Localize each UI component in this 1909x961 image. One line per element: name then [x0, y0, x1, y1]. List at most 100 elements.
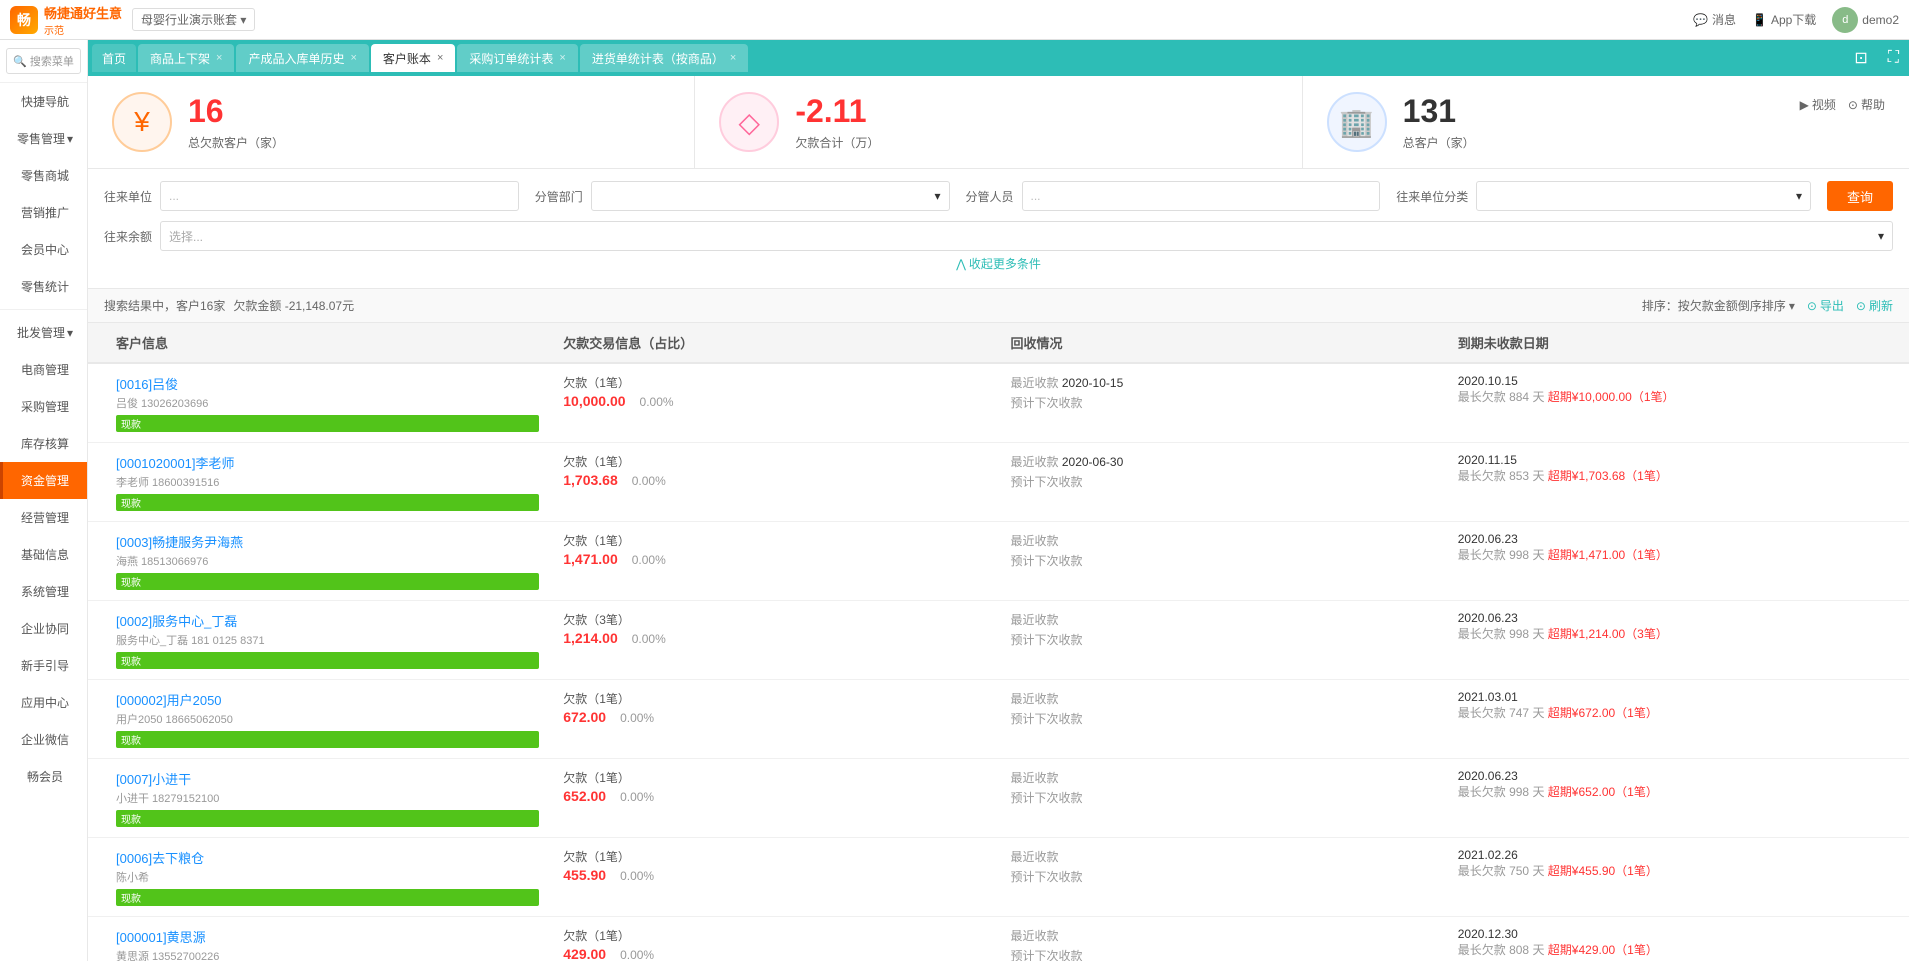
td-collection-0: 最近收款 2020-10-15 预计下次收款 — [999, 364, 1446, 442]
debt-row-3: 1,214.00 0.00% — [563, 628, 986, 646]
sidebar-item-marketing[interactable]: 营销推广 — [0, 194, 87, 231]
tab-maximize-btn[interactable]: ⛶ — [1882, 47, 1905, 69]
search-menu-button[interactable]: 🔍 搜索菜单 — [6, 48, 81, 74]
search-button[interactable]: 查询 — [1827, 181, 1893, 211]
sidebar-item-retail-stats[interactable]: 零售统计 — [0, 268, 87, 305]
td-debt-5: 欠款（1笔） 652.00 0.00% — [551, 759, 998, 837]
overdue-link-3[interactable]: 超期¥1,214.00（3笔） — [1548, 627, 1668, 641]
sidebar-item-sys-mgmt[interactable]: 系统管理 — [0, 573, 87, 610]
help-btn[interactable]: ⊙ 帮助 — [1848, 96, 1885, 113]
sidebar-item-retail-mgmt[interactable]: 零售管理 ▾ — [0, 120, 87, 157]
messages-btn[interactable]: 💬 消息 — [1693, 11, 1736, 28]
user-menu[interactable]: d demo2 — [1832, 7, 1899, 33]
debt-amount-6[interactable]: 455.90 — [563, 867, 606, 883]
debt-amount-3[interactable]: 1,214.00 — [563, 630, 618, 646]
sidebar-item-batch-mgmt[interactable]: 批发管理 ▾ — [0, 314, 87, 351]
app-download-btn[interactable]: 📱 App下载 — [1752, 11, 1816, 28]
filter-unit-category-label: 往来单位分类 — [1396, 188, 1468, 205]
overdue-link-1[interactable]: 超期¥1,703.68（1笔） — [1548, 469, 1668, 483]
sort-selector[interactable]: 排序：按欠款金额倒序排序 ▾ — [1642, 297, 1795, 314]
logo-area: 畅 畅捷通好生意 示范 — [10, 3, 122, 37]
sidebar-item-enterprise[interactable]: 企业协同 — [0, 610, 87, 647]
tab-customer-account[interactable]: 客户账本 × — [371, 44, 455, 72]
next-collection-0: 预计下次收款 — [1011, 394, 1434, 411]
tab-home[interactable]: 首页 — [92, 44, 136, 72]
debt-amount-5[interactable]: 652.00 — [563, 788, 606, 804]
tab-close-stock-stat[interactable]: × — [730, 52, 736, 64]
sidebar-item-quick-nav[interactable]: 快捷导航 — [0, 83, 87, 120]
industry-selector[interactable]: 母婴行业演示账套 ▾ — [132, 8, 255, 31]
download-icon: 📱 — [1752, 13, 1767, 27]
customer-tag-6: 现款 — [116, 889, 539, 906]
debt-percent-5: 0.00% — [620, 790, 654, 804]
debt-amount-2[interactable]: 1,471.00 — [563, 551, 618, 567]
sidebar-item-app-center[interactable]: 应用中心 — [0, 684, 87, 721]
tab-close-purchase-order[interactable]: × — [559, 52, 565, 64]
tab-restore-btn[interactable]: ⊡ — [1848, 46, 1873, 70]
tab-close-product-offshelf[interactable]: × — [216, 52, 222, 64]
debt-amount-0[interactable]: 10,000.00 — [563, 393, 625, 409]
overdue-days-3: 最长欠款 998 天 — [1458, 627, 1545, 641]
manager-input[interactable]: ... — [1022, 181, 1381, 211]
tab-close-customer-account[interactable]: × — [437, 52, 443, 64]
debt-amount-4[interactable]: 672.00 — [563, 709, 606, 725]
filter-row-2: 往来余额 选择... ▾ — [104, 221, 1893, 251]
next-collection-5: 预计下次收款 — [1011, 789, 1434, 806]
sidebar: 🔍 搜索菜单 快捷导航 零售管理 ▾ 零售商城 营销推广 会员中心 零售统计 — [0, 40, 88, 961]
debt-amount-1[interactable]: 1,703.68 — [563, 472, 618, 488]
tab-product-instock[interactable]: 产成品入库单历史 × — [236, 44, 368, 72]
sidebar-item-biz-mgmt[interactable]: 经营管理 — [0, 499, 87, 536]
tab-purchase-order[interactable]: 采购订单统计表 × — [457, 44, 577, 72]
customer-name-5[interactable]: [0007]小进干 — [116, 769, 539, 788]
overdue-link-7[interactable]: 超期¥429.00（1笔） — [1548, 943, 1658, 957]
video-help-btn[interactable]: ▶ 视频 — [1800, 96, 1836, 113]
due-date-2: 2020.06.23 — [1458, 532, 1881, 546]
from-unit-input[interactable]: ... — [160, 181, 519, 211]
unit-category-select[interactable]: ▾ — [1476, 181, 1811, 211]
dept-select[interactable]: ▾ — [591, 181, 950, 211]
balance-select[interactable]: 选择... ▾ — [160, 221, 1893, 251]
overdue-link-5[interactable]: 超期¥652.00（1笔） — [1548, 785, 1658, 799]
stat-card-owe-customers: ¥ 16 总欠款客户（家） — [88, 76, 695, 168]
customer-name-0[interactable]: [0016]吕俊 — [116, 374, 539, 393]
customer-name-2[interactable]: [0003]畅捷服务尹海燕 — [116, 532, 539, 551]
sidebar-item-fund-mgmt[interactable]: 资金管理 — [0, 462, 87, 499]
td-debt-4: 欠款（1笔） 672.00 0.00% — [551, 680, 998, 758]
tab-stock-stat[interactable]: 进货单统计表（按商品） × — [580, 44, 748, 72]
overdue-days-0: 最长欠款 884 天 — [1458, 390, 1545, 404]
export-btn[interactable]: ⊙ 导出 — [1807, 297, 1844, 314]
sidebar-item-inventory[interactable]: 库存核算 — [0, 425, 87, 462]
refresh-btn[interactable]: ⊙ 刷新 — [1856, 297, 1893, 314]
overdue-info-5: 最长欠款 998 天 超期¥652.00（1笔） — [1458, 783, 1881, 800]
sidebar-item-retail-store[interactable]: 零售商城 — [0, 157, 87, 194]
last-collection-4: 最近收款 — [1011, 690, 1434, 707]
overdue-link-0[interactable]: 超期¥10,000.00（1笔） — [1548, 390, 1675, 404]
sidebar-item-ecommerce[interactable]: 电商管理 — [0, 351, 87, 388]
stat-icon-owe-total: ◇ — [719, 92, 779, 152]
td-customer-5: [0007]小进干 小进干 18279152100 现款 — [104, 759, 551, 837]
sidebar-item-new-guide[interactable]: 新手引导 — [0, 647, 87, 684]
tab-close-product-instock[interactable]: × — [350, 52, 356, 64]
tab-product-offshelf[interactable]: 商品上下架 × — [138, 44, 234, 72]
customer-name-3[interactable]: [0002]服务中心_丁磊 — [116, 611, 539, 630]
table-row: [0002]服务中心_丁磊 服务中心_丁磊 181 0125 8371 现款 欠… — [88, 601, 1909, 680]
stat-icon-total: 🏢 — [1327, 92, 1387, 152]
collapse-filter-btn[interactable]: ⋀ 收起更多条件 — [104, 251, 1893, 276]
due-date-6: 2021.02.26 — [1458, 848, 1881, 862]
sidebar-item-purchase[interactable]: 采购管理 — [0, 388, 87, 425]
customer-name-1[interactable]: [0001020001]李老师 — [116, 453, 539, 472]
overdue-link-2[interactable]: 超期¥1,471.00（1笔） — [1548, 548, 1668, 562]
sidebar-item-wechat[interactable]: 企业微信 — [0, 721, 87, 758]
overdue-link-6[interactable]: 超期¥455.90（1笔） — [1548, 864, 1658, 878]
export-icon: ⊙ — [1807, 299, 1817, 313]
overdue-link-4[interactable]: 超期¥672.00（1笔） — [1548, 706, 1658, 720]
overdue-days-4: 最长欠款 747 天 — [1458, 706, 1545, 720]
customer-name-7[interactable]: [000001]黄思源 — [116, 927, 539, 946]
next-collection-3: 预计下次收款 — [1011, 631, 1434, 648]
sidebar-item-base-info[interactable]: 基础信息 — [0, 536, 87, 573]
sidebar-item-members[interactable]: 会员中心 — [0, 231, 87, 268]
sidebar-item-member-plus[interactable]: 畅会员 — [0, 758, 87, 795]
debt-amount-7[interactable]: 429.00 — [563, 946, 606, 961]
customer-name-6[interactable]: [0006]去下粮仓 — [116, 848, 539, 867]
customer-name-4[interactable]: [000002]用户2050 — [116, 690, 539, 709]
